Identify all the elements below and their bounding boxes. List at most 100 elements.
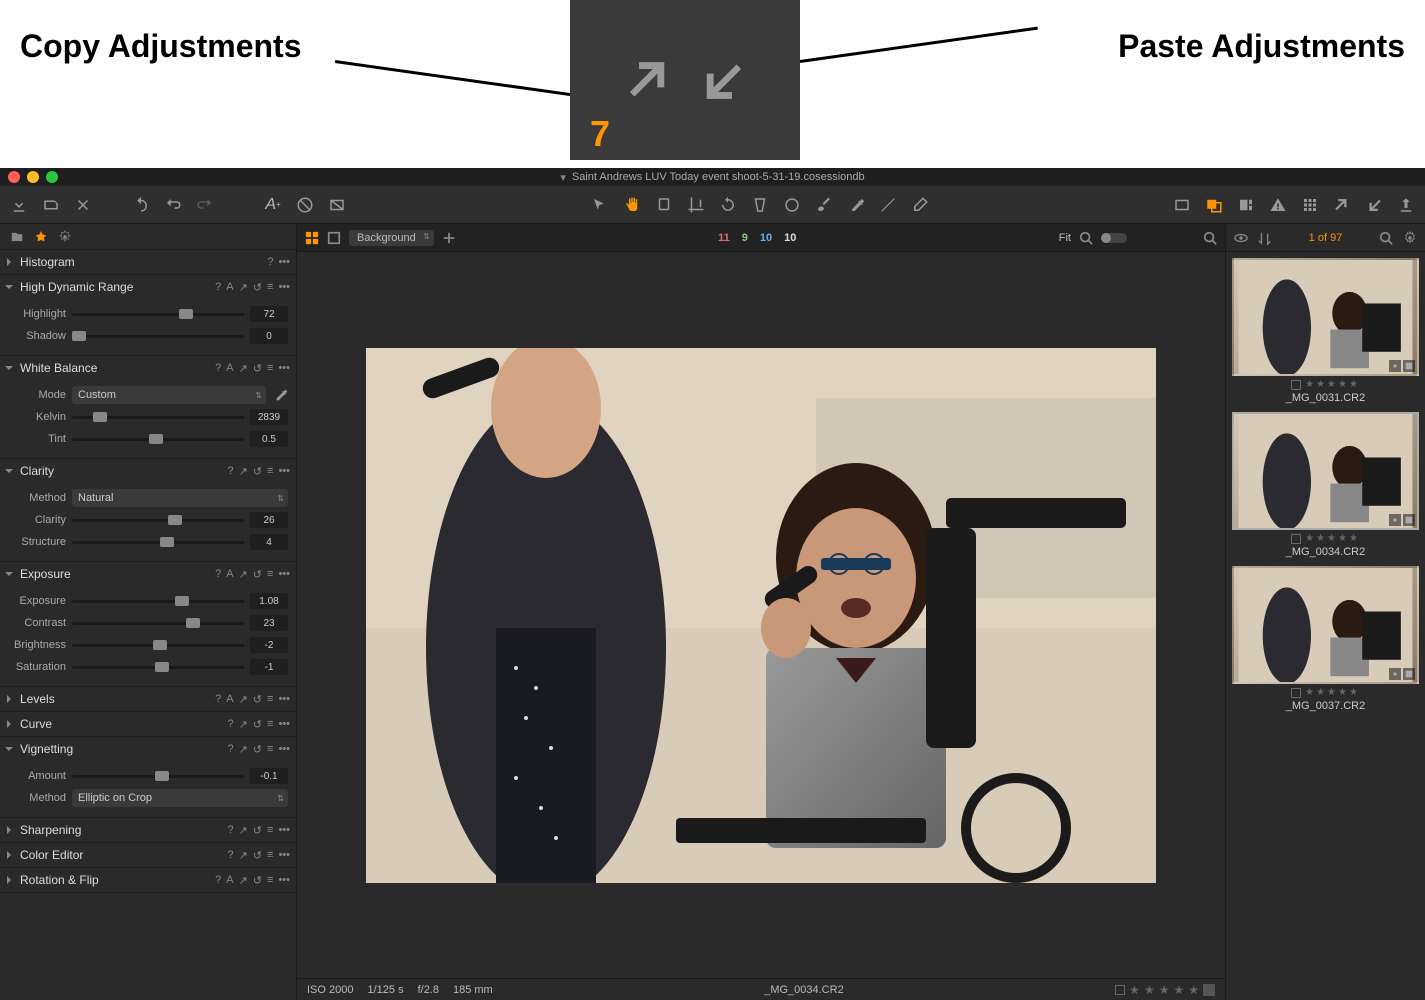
- crop-tool-icon[interactable]: [687, 196, 705, 214]
- zoom-slider[interactable]: [1101, 233, 1127, 243]
- tint-slider[interactable]: [72, 432, 244, 446]
- reset-icon[interactable]: ↺: [253, 693, 262, 706]
- help-icon[interactable]: ?: [227, 849, 233, 861]
- maximize-window-button[interactable]: [46, 171, 58, 183]
- exposure-header[interactable]: Exposure ?A↗↺≡•••: [0, 562, 296, 586]
- clarity-method-dropdown[interactable]: Natural⇅: [72, 489, 288, 507]
- close-window-button[interactable]: [8, 171, 20, 183]
- hdr-header[interactable]: High Dynamic Range ? A ↗ ↺ ≡ •••: [0, 275, 296, 299]
- thumbnail-item[interactable]: ★★★★★ _MG_0037.CR2: [1232, 566, 1419, 712]
- color-editor-header[interactable]: Color Editor?↗↺≡•••: [0, 843, 296, 867]
- add-variant-icon[interactable]: [442, 231, 456, 245]
- vignette-method-dropdown[interactable]: Elliptic on Crop⇅: [72, 789, 288, 807]
- brush-tool-icon[interactable]: [815, 196, 833, 214]
- settings-tab-icon[interactable]: [58, 230, 72, 244]
- copy-icon[interactable]: ↗: [239, 743, 248, 756]
- clarity-slider[interactable]: [72, 513, 244, 527]
- auto-icon[interactable]: A: [226, 568, 233, 580]
- help-icon[interactable]: ?: [215, 281, 221, 293]
- color-tag-icon[interactable]: [1203, 984, 1215, 996]
- help-icon[interactable]: ?: [215, 568, 221, 580]
- keystone-tool-icon[interactable]: [751, 196, 769, 214]
- window-controls[interactable]: [0, 168, 58, 186]
- copy-adjustments-button[interactable]: [1333, 196, 1351, 214]
- browser-settings-icon[interactable]: [1403, 231, 1417, 245]
- zoom-icon[interactable]: [1079, 231, 1093, 245]
- undo-icon[interactable]: [132, 196, 150, 214]
- rotation-header[interactable]: Rotation & Flip?A↗↺≡•••: [0, 868, 296, 892]
- disable-adjustments-icon[interactable]: [296, 196, 314, 214]
- exposure-slider[interactable]: [72, 594, 244, 608]
- dots-icon[interactable]: •••: [278, 743, 290, 755]
- contrast-slider[interactable]: [72, 616, 244, 630]
- dots-icon[interactable]: •••: [278, 849, 290, 861]
- help-icon[interactable]: ?: [227, 743, 233, 755]
- library-tab-icon[interactable]: [10, 230, 24, 244]
- export-icon[interactable]: [42, 196, 60, 214]
- copy-icon[interactable]: ↗: [239, 874, 248, 887]
- kelvin-value[interactable]: 2839: [250, 409, 288, 425]
- structure-slider[interactable]: [72, 535, 244, 549]
- view-primary-icon[interactable]: [1237, 196, 1255, 214]
- highlight-value[interactable]: 72: [250, 306, 288, 322]
- reset-icon[interactable]: ↺: [253, 362, 262, 375]
- dots-icon[interactable]: •••: [278, 568, 290, 580]
- eye-icon[interactable]: [1234, 231, 1248, 245]
- thumb-rating[interactable]: ★★★★★: [1305, 687, 1360, 698]
- saturation-value[interactable]: -1: [250, 659, 288, 675]
- undo-step-icon[interactable]: [164, 196, 182, 214]
- menu-icon[interactable]: ≡: [267, 362, 273, 374]
- upload-icon[interactable]: [1397, 196, 1415, 214]
- dots-icon[interactable]: •••: [278, 874, 290, 886]
- variant-dropdown[interactable]: Background⇅: [349, 230, 434, 246]
- fit-label[interactable]: Fit: [1059, 232, 1071, 244]
- contrast-value[interactable]: 23: [250, 615, 288, 631]
- levels-header[interactable]: Levels?A↗↺≡•••: [0, 687, 296, 711]
- grid-icon[interactable]: [1301, 196, 1319, 214]
- copy-icon[interactable]: ↗: [239, 281, 248, 294]
- search-icon[interactable]: [1203, 231, 1217, 245]
- vignette-amount-slider[interactable]: [72, 769, 244, 783]
- spot-tool-icon[interactable]: [783, 196, 801, 214]
- dots-icon[interactable]: •••: [278, 718, 290, 730]
- kelvin-slider[interactable]: [72, 410, 244, 424]
- eraser-tool-icon[interactable]: [911, 196, 929, 214]
- auto-icon[interactable]: A: [226, 281, 233, 293]
- menu-icon[interactable]: ≡: [267, 743, 273, 755]
- warning-icon[interactable]: [1269, 196, 1287, 214]
- menu-icon[interactable]: ≡: [267, 465, 273, 477]
- select-checkbox[interactable]: [1115, 985, 1125, 995]
- structure-value[interactable]: 4: [250, 534, 288, 550]
- adjustments-tab-icon[interactable]: [34, 230, 48, 244]
- loupe-tool-icon[interactable]: [655, 196, 673, 214]
- auto-icon[interactable]: A: [226, 693, 233, 705]
- thumb-rating[interactable]: ★★★★★: [1305, 533, 1360, 544]
- help-icon[interactable]: ?: [227, 718, 233, 730]
- eyedropper-tool-icon[interactable]: [847, 196, 865, 214]
- sort-icon[interactable]: [1258, 231, 1272, 245]
- dots-icon[interactable]: •••: [278, 256, 290, 268]
- vignette-amount-value[interactable]: -0.1: [250, 768, 288, 784]
- help-icon[interactable]: ?: [227, 824, 233, 836]
- wb-picker-icon[interactable]: [272, 387, 288, 403]
- exposure-value[interactable]: 1.08: [250, 593, 288, 609]
- paste-adjustments-button[interactable]: [1365, 196, 1383, 214]
- reset-icon[interactable]: ↺: [253, 718, 262, 731]
- delete-icon[interactable]: [74, 196, 92, 214]
- thumb-checkbox[interactable]: [1291, 688, 1301, 698]
- thumbnail-image[interactable]: [1232, 412, 1419, 530]
- browser-search-icon[interactable]: [1379, 231, 1393, 245]
- copy-icon[interactable]: ↗: [239, 693, 248, 706]
- redo-step-icon[interactable]: [196, 196, 214, 214]
- thumbnail-item[interactable]: ★★★★★ _MG_0031.CR2: [1232, 258, 1419, 404]
- wb-header[interactable]: White Balance ? A ↗ ↺ ≡ •••: [0, 356, 296, 380]
- tint-value[interactable]: 0.5: [250, 431, 288, 447]
- single-view-icon[interactable]: [327, 231, 341, 245]
- sharpening-header[interactable]: Sharpening?↗↺≡•••: [0, 818, 296, 842]
- select-tool-icon[interactable]: [591, 196, 609, 214]
- vignetting-header[interactable]: Vignetting?↗↺≡•••: [0, 737, 296, 761]
- thumb-rating[interactable]: ★★★★★: [1305, 379, 1360, 390]
- dots-icon[interactable]: •••: [278, 465, 290, 477]
- curve-header[interactable]: Curve?↗↺≡•••: [0, 712, 296, 736]
- menu-icon[interactable]: ≡: [267, 824, 273, 836]
